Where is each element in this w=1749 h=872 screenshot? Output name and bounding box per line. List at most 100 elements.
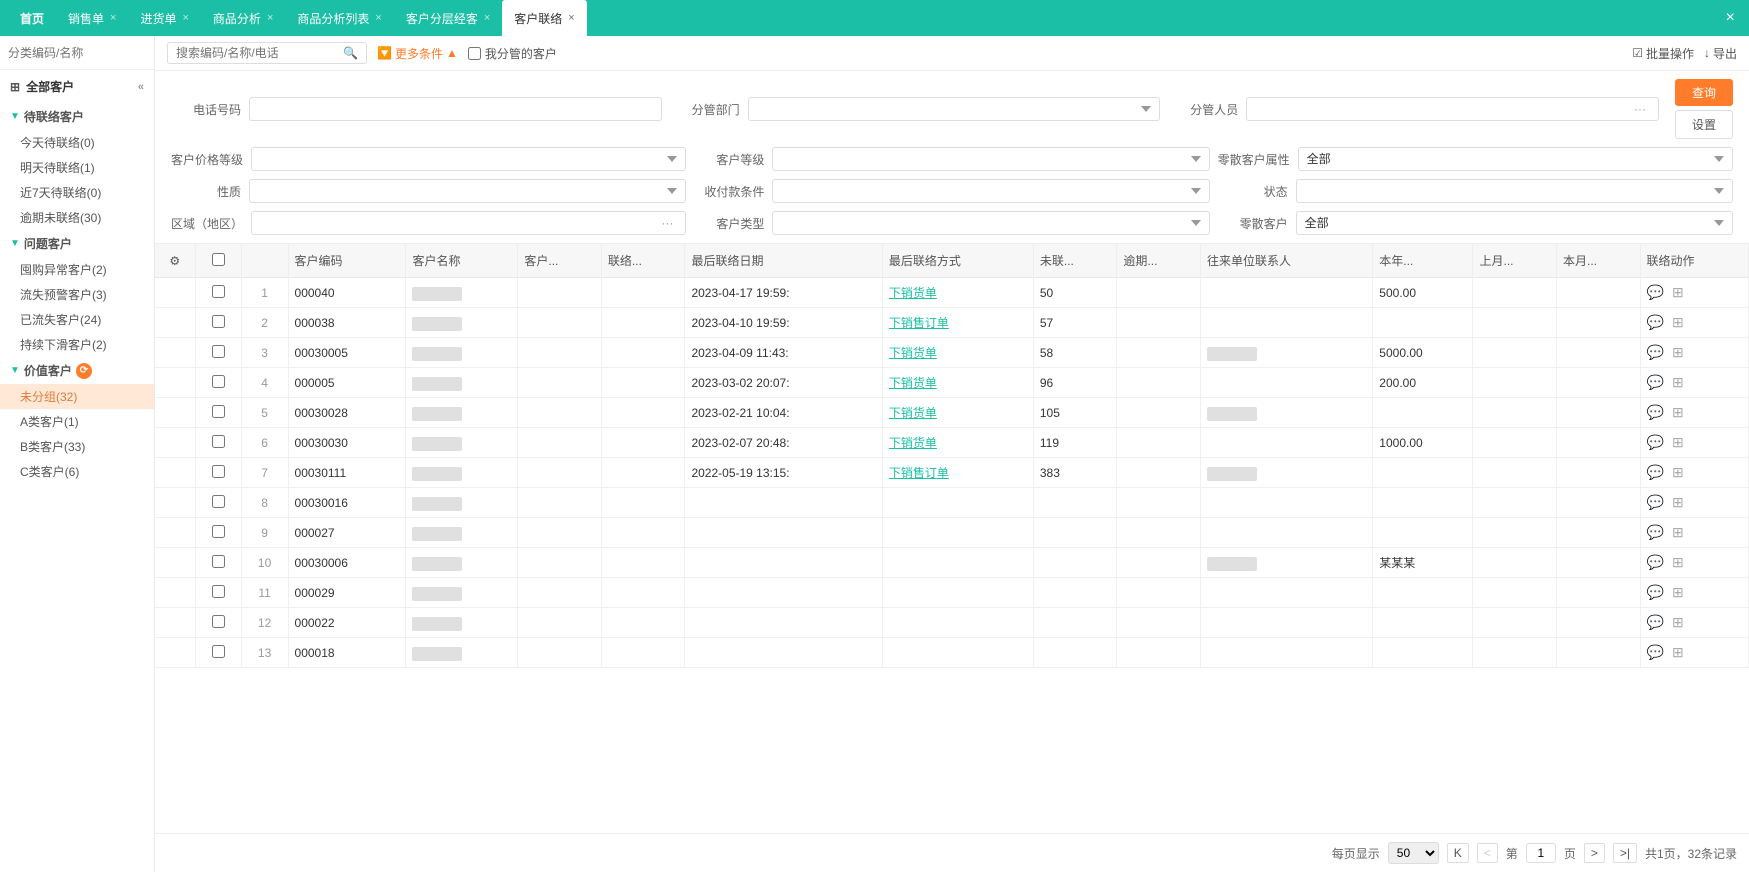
retail-attr-select[interactable]: 全部 <box>1298 147 1733 171</box>
next-page-button[interactable]: > <box>1584 843 1605 863</box>
more-action-icon[interactable]: ⊞ <box>1672 314 1684 331</box>
chat-icon[interactable]: 💬 <box>1647 374 1664 391</box>
chat-icon[interactable]: 💬 <box>1647 434 1664 451</box>
query-button[interactable]: 查询 <box>1675 79 1733 106</box>
th-not-contacted[interactable]: 未联... <box>1033 244 1117 278</box>
sidebar-section-pending[interactable]: ▼ 待联络客户 <box>0 103 154 130</box>
contact-method-link[interactable]: 下销货单 <box>889 406 937 420</box>
last-page-button[interactable]: >| <box>1613 843 1637 863</box>
phone-input[interactable] <box>249 97 662 121</box>
close-customer-contact-tab[interactable]: × <box>568 12 574 24</box>
more-action-icon[interactable]: ⊞ <box>1672 374 1684 391</box>
contact-method-link[interactable]: 下销货单 <box>889 376 937 390</box>
more-action-icon[interactable]: ⊞ <box>1672 524 1684 541</box>
close-product-analysis-tab[interactable]: × <box>267 12 273 24</box>
category-search-input[interactable] <box>8 46 155 60</box>
sidebar-item-churn-warning[interactable]: 流失预警客户(3) <box>0 282 154 307</box>
tab-product-analysis[interactable]: 商品分析 × <box>201 0 285 36</box>
search-icon[interactable]: 🔍 <box>343 46 358 60</box>
nature-select[interactable] <box>249 179 686 203</box>
sidebar-item-today[interactable]: 今天待联络(0) <box>0 130 154 155</box>
row-checkbox[interactable] <box>212 345 225 358</box>
row-checkbox[interactable] <box>212 585 225 598</box>
contact-method-link[interactable]: 下销货单 <box>889 346 937 360</box>
region-dots[interactable]: ··· <box>657 216 677 230</box>
prev-page-button[interactable]: < <box>1477 843 1498 863</box>
th-last-contact-method[interactable]: 最后联络方式 <box>882 244 1033 278</box>
th-this-month[interactable]: 本月... <box>1557 244 1641 278</box>
more-action-icon[interactable]: ⊞ <box>1672 434 1684 451</box>
chat-icon[interactable]: 💬 <box>1647 464 1664 481</box>
more-action-icon[interactable]: ⊞ <box>1672 344 1684 361</box>
row-checkbox[interactable] <box>212 435 225 448</box>
row-checkbox[interactable] <box>212 615 225 628</box>
export-button[interactable]: ↓ 导出 <box>1704 45 1737 62</box>
more-action-icon[interactable]: ⊞ <box>1672 494 1684 511</box>
search-input[interactable] <box>176 46 343 60</box>
more-action-icon[interactable]: ⊞ <box>1672 614 1684 631</box>
th-settings[interactable]: ⚙ <box>155 244 195 278</box>
more-action-icon[interactable]: ⊞ <box>1672 554 1684 571</box>
th-name[interactable]: 客户名称 <box>406 244 518 278</box>
th-this-year[interactable]: 本年... <box>1373 244 1473 278</box>
row-checkbox[interactable] <box>212 645 225 658</box>
select-all-checkbox[interactable] <box>212 253 225 266</box>
row-checkbox[interactable] <box>212 315 225 328</box>
sidebar-item-lost[interactable]: 已流失客户(24) <box>0 307 154 332</box>
sidebar-item-declining[interactable]: 持续下滑客户(2) <box>0 332 154 357</box>
chat-icon[interactable]: 💬 <box>1647 554 1664 571</box>
sidebar-item-overdue[interactable]: 逾期未联络(30) <box>0 205 154 230</box>
row-checkbox[interactable] <box>212 375 225 388</box>
sidebar-item-class-a[interactable]: A类客户(1) <box>0 409 154 434</box>
row-checkbox[interactable] <box>212 285 225 298</box>
contact-method-link[interactable]: 下销售订单 <box>889 316 949 330</box>
tab-home[interactable]: 首页 <box>8 0 56 36</box>
contact-method-link[interactable]: 下销售订单 <box>889 466 949 480</box>
contact-method-link[interactable]: 下销货单 <box>889 286 937 300</box>
payment-select[interactable] <box>772 179 1209 203</box>
close-purchase-tab[interactable]: × <box>182 12 188 24</box>
sidebar-item-abnormal[interactable]: 囤购异常客户(2) <box>0 257 154 282</box>
tab-purchase[interactable]: 进货单 × <box>128 0 200 36</box>
customer-type-select[interactable] <box>772 211 1209 235</box>
sidebar-all-customers[interactable]: ⊞ 全部客户 « <box>0 70 154 103</box>
th-contact[interactable]: 联络... <box>601 244 685 278</box>
more-action-icon[interactable]: ⊞ <box>1672 284 1684 301</box>
th-last-month[interactable]: 上月... <box>1473 244 1557 278</box>
more-action-icon[interactable]: ⊞ <box>1672 404 1684 421</box>
chat-icon[interactable]: 💬 <box>1647 584 1664 601</box>
chat-icon[interactable]: 💬 <box>1647 314 1664 331</box>
chat-icon[interactable]: 💬 <box>1647 284 1664 301</box>
chat-icon[interactable]: 💬 <box>1647 524 1664 541</box>
th-code[interactable]: 客户编码 <box>288 244 406 278</box>
my-customers-checkbox[interactable] <box>468 47 481 60</box>
sidebar-item-ungrouted[interactable]: 未分组(32) <box>0 384 154 409</box>
page-number-input[interactable] <box>1526 843 1556 863</box>
sidebar-section-value[interactable]: ▼ 价值客户 ⟳ <box>0 357 154 384</box>
tab-product-analysis-list[interactable]: 商品分析列表 × <box>285 0 393 36</box>
chat-icon[interactable]: 💬 <box>1647 494 1664 511</box>
first-page-button[interactable]: K <box>1447 843 1469 863</box>
th-overdue[interactable]: 逾期... <box>1117 244 1201 278</box>
dept-select[interactable] <box>748 97 1161 121</box>
tab-customer-segment[interactable]: 客户分层经客 × <box>394 0 502 36</box>
th-last-contact-date[interactable]: 最后联络日期 <box>685 244 882 278</box>
chat-icon[interactable]: 💬 <box>1647 614 1664 631</box>
contact-method-link[interactable]: 下销货单 <box>889 436 937 450</box>
customer-level-select[interactable] <box>772 147 1209 171</box>
close-sales-tab[interactable]: × <box>110 12 116 24</box>
tab-customer-contact[interactable]: 客户联络 × <box>502 0 586 36</box>
th-type[interactable]: 客户... <box>518 244 602 278</box>
window-close-button[interactable]: × <box>1720 9 1741 27</box>
chat-icon[interactable]: 💬 <box>1647 644 1664 661</box>
more-action-icon[interactable]: ⊞ <box>1672 584 1684 601</box>
row-checkbox[interactable] <box>212 525 225 538</box>
tab-sales[interactable]: 销售单 × <box>56 0 128 36</box>
sidebar-item-class-c[interactable]: C类客户(6) <box>0 459 154 484</box>
reset-button[interactable]: 设置 <box>1675 110 1733 139</box>
close-product-analysis-list-tab[interactable]: × <box>375 12 381 24</box>
more-conditions-button[interactable]: 🔽 更多条件 ▲ <box>377 45 458 62</box>
row-checkbox[interactable] <box>212 495 225 508</box>
sidebar-item-class-b[interactable]: B类客户(33) <box>0 434 154 459</box>
row-checkbox[interactable] <box>212 405 225 418</box>
